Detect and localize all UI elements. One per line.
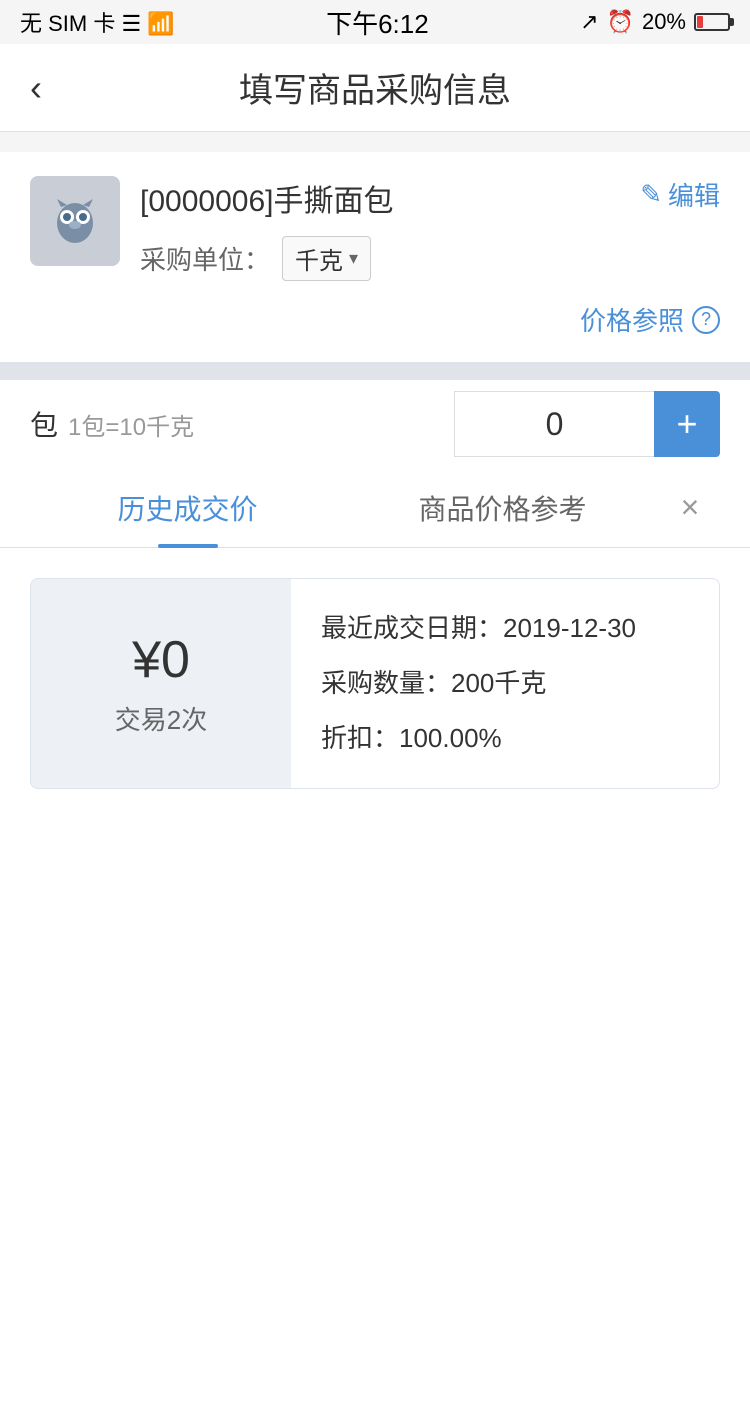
quantity-unit: 包 [30,404,58,444]
price-times: 交易2次 [115,700,207,737]
date-value: 2019-12-30 [503,613,636,643]
price-ref-help-icon: ? [692,306,720,334]
battery-icon [694,13,730,31]
nav-bar: ‹ 填写商品采购信息 [0,44,750,132]
price-card-wrapper: ¥0 交易2次 最近成交日期：2019-12-30 采购数量：200千克 折扣：… [0,548,750,819]
tab-price-ref-label: 商品价格参考 [418,488,586,528]
unit-value: 千克 [295,241,343,276]
edit-label: 编辑 [668,176,720,213]
gray-divider [0,362,750,380]
product-header: [0000006]手撕面包 采购单位： 千克 ▾ ✎ 编辑 [30,176,720,281]
price-card-left: ¥0 交易2次 [31,579,291,788]
back-button[interactable]: ‹ [30,67,90,109]
price-card: ¥0 交易2次 最近成交日期：2019-12-30 采购数量：200千克 折扣：… [30,578,720,789]
unit-select[interactable]: 千克 ▾ [282,236,371,281]
price-date-row: 最近成交日期：2019-12-30 [321,609,689,648]
price-quantity-row: 采购数量：200千克 [321,664,689,703]
price-ref-label: 价格参照 [580,301,684,338]
quantity-plus-button[interactable]: + [654,391,720,457]
date-label: 最近成交日期： [321,613,503,643]
tab-close-button[interactable]: × [660,468,720,548]
quantity-detail-value: 200千克 [451,668,546,698]
quantity-row: 包 1包=10千克 + [0,380,750,468]
price-ref-button[interactable]: 价格参照 ? [580,301,720,338]
status-time: 下午6:12 [326,4,429,41]
unit-label: 采购单位： [140,240,270,277]
amount-value: 0 [161,631,190,689]
alarm-icon: ⏰ [607,9,634,35]
product-unit-row: 采购单位： 千克 ▾ [140,236,640,281]
quantity-equiv: 1包=10千克 [68,407,194,442]
price-amount: ¥0 [132,630,190,690]
quantity-label-area: 包 1包=10千克 [30,404,194,444]
currency-symbol: ¥ [132,631,161,689]
price-discount-row: 折扣：100.00% [321,719,689,758]
tabs-header: 历史成交价 商品价格参考 × [0,468,750,548]
price-card-right: 最近成交日期：2019-12-30 采购数量：200千克 折扣：100.00% [291,579,719,788]
battery-percent: 20% [642,9,686,35]
product-info: [0000006]手撕面包 采购单位： 千克 ▾ [30,176,640,281]
page-title: 填写商品采购信息 [239,63,511,112]
tabs-section: 历史成交价 商品价格参考 × ¥0 交易2次 最近成交日期：2019-12-30… [0,468,750,819]
gps-icon: ↗ [580,9,598,35]
discount-label: 折扣： [321,723,399,753]
status-right: ↗ ⏰ 20% [580,9,730,35]
tab-price-ref[interactable]: 商品价格参考 [345,468,660,548]
unit-arrow-icon: ▾ [349,248,358,269]
discount-value: 100.00% [399,723,502,753]
tab-history-price[interactable]: 历史成交价 [30,468,345,548]
status-left: 无 SIM 卡 ☰ 📶 [20,6,175,38]
tab-history-label: 历史成交价 [117,488,257,528]
product-details: [0000006]手撕面包 采购单位： 千克 ▾ [140,176,640,281]
status-bar: 无 SIM 卡 ☰ 📶 下午6:12 ↗ ⏰ 20% [0,0,750,44]
product-image [30,176,120,266]
product-card: [0000006]手撕面包 采购单位： 千克 ▾ ✎ 编辑 价格参照 ? [0,152,750,362]
edit-button[interactable]: ✎ 编辑 [640,176,720,213]
owl-logo [45,191,105,251]
quantity-input[interactable] [454,391,654,457]
product-code-name: [0000006]手撕面包 [140,176,640,220]
quantity-detail-label: 采购数量： [321,668,451,698]
edit-icon: ✎ [640,179,662,210]
product-bottom-row: 价格参照 ? [30,301,720,338]
main-content [0,819,750,1419]
quantity-input-area: + [454,391,720,457]
